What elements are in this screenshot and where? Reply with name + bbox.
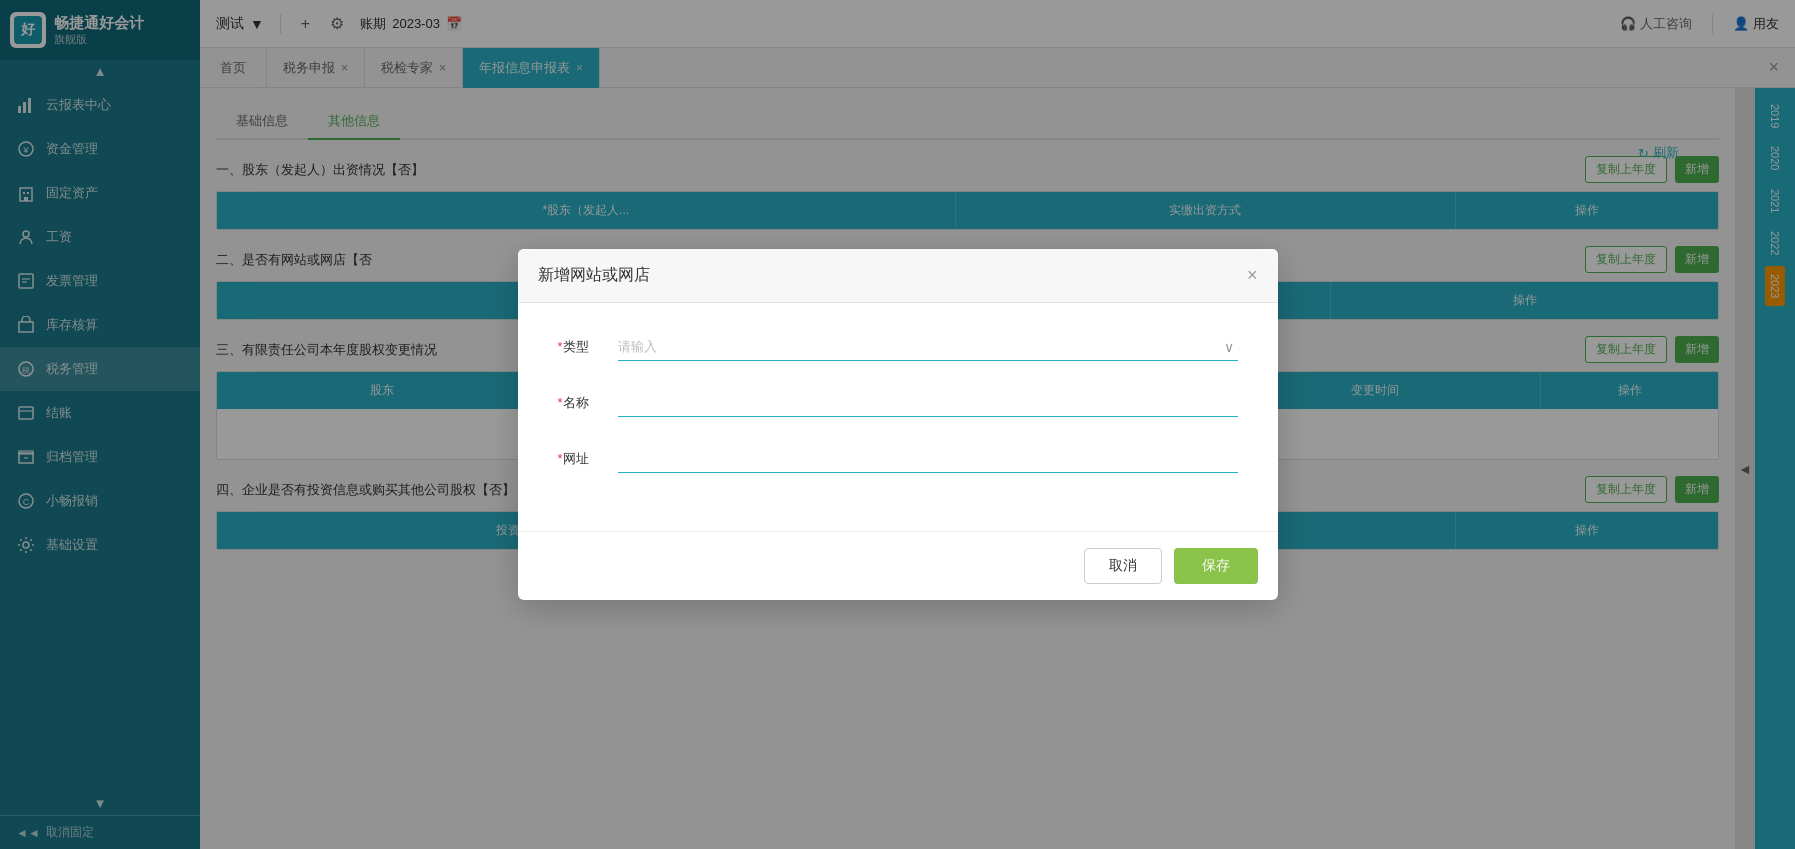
modal-header: 新增网站或网店 × — [518, 249, 1278, 303]
modal-footer: 取消 保存 — [518, 531, 1278, 600]
save-button[interactable]: 保存 — [1174, 548, 1258, 584]
form-field-type: *类型 ∨ — [558, 333, 1238, 361]
required-star-url: * — [558, 451, 563, 466]
form-label-name: *名称 — [558, 394, 618, 412]
form-field-url: *网址 — [558, 445, 1238, 473]
required-star-name: * — [558, 395, 563, 410]
name-input-wrap — [618, 389, 1238, 417]
type-input[interactable] — [618, 333, 1238, 360]
cancel-button[interactable]: 取消 — [1084, 548, 1162, 584]
dropdown-arrow-icon: ∨ — [1224, 339, 1234, 355]
modal-close-button[interactable]: × — [1247, 265, 1258, 286]
modal-title: 新增网站或网店 — [538, 265, 650, 286]
form-label-url: *网址 — [558, 450, 618, 468]
type-input-wrap: ∨ — [618, 333, 1238, 361]
add-website-modal: 新增网站或网店 × *类型 ∨ *名称 — [518, 249, 1278, 600]
url-input-wrap — [618, 445, 1238, 473]
modal-body: *类型 ∨ *名称 *网址 — [518, 303, 1278, 531]
form-field-name: *名称 — [558, 389, 1238, 417]
required-star-type: * — [558, 339, 563, 354]
name-input[interactable] — [618, 389, 1238, 416]
form-label-type: *类型 — [558, 338, 618, 356]
url-input[interactable] — [618, 445, 1238, 472]
modal-overlay: 新增网站或网店 × *类型 ∨ *名称 — [0, 0, 1795, 849]
